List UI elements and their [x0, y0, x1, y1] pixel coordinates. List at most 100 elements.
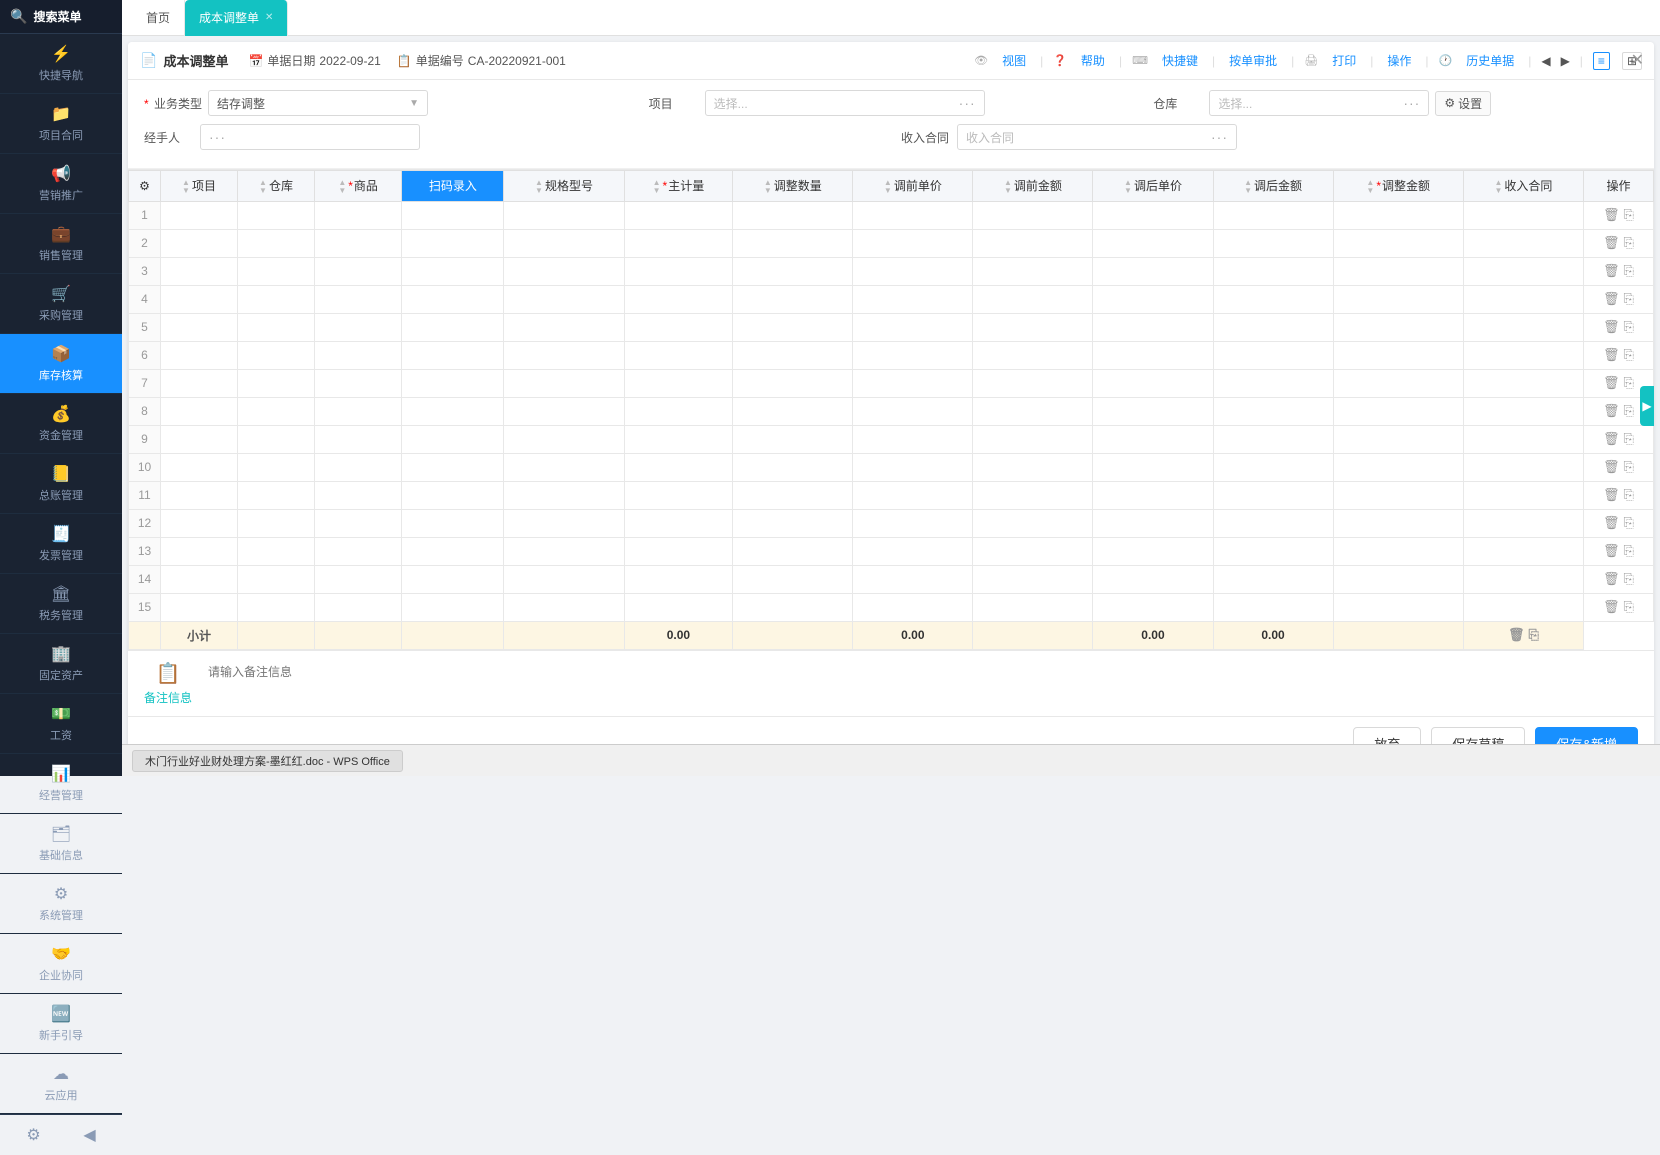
table-cell[interactable]	[973, 201, 1093, 229]
table-cell[interactable]	[1093, 369, 1213, 397]
table-cell[interactable]	[1213, 201, 1333, 229]
table-cell[interactable]	[1213, 397, 1333, 425]
table-cell[interactable]	[161, 257, 238, 285]
table-cell[interactable]	[853, 201, 973, 229]
table-cell[interactable]	[1333, 537, 1463, 565]
table-cell[interactable]	[315, 341, 402, 369]
notes-input[interactable]	[204, 661, 1638, 683]
sidebar-item-payroll[interactable]: 💵 工资	[0, 694, 122, 754]
table-cell[interactable]	[1213, 481, 1333, 509]
table-cell[interactable]	[504, 369, 624, 397]
table-cell[interactable]	[402, 285, 504, 313]
table-cell[interactable]	[161, 201, 238, 229]
table-cell[interactable]	[1463, 341, 1583, 369]
sidebar-item-ops-mgmt[interactable]: 📊 经营管理	[0, 754, 122, 814]
copy-icon[interactable]: ⎘	[1624, 319, 1634, 334]
table-cell[interactable]	[624, 565, 733, 593]
table-cell[interactable]	[1093, 537, 1213, 565]
table-cell[interactable]	[1463, 313, 1583, 341]
delete-icon[interactable]: 🗑	[1603, 207, 1620, 222]
toolbar-help[interactable]: 帮助	[1077, 50, 1109, 71]
table-cell[interactable]	[973, 397, 1093, 425]
settings-icon[interactable]: ⚙	[26, 1125, 40, 1145]
table-cell[interactable]	[853, 257, 973, 285]
delete-icon[interactable]: 🗑	[1603, 235, 1620, 250]
sidebar-search[interactable]: 🔍 搜索菜单	[0, 0, 122, 34]
toolbar-print[interactable]: 打印	[1328, 50, 1360, 71]
table-cell[interactable]	[1463, 201, 1583, 229]
sidebar-item-new-guide[interactable]: 🆕 新手引导	[0, 994, 122, 1054]
table-cell[interactable]	[238, 537, 315, 565]
table-cell[interactable]	[315, 425, 402, 453]
sidebar-item-purchase-mgmt[interactable]: 🛒 采购管理	[0, 274, 122, 334]
table-cell[interactable]	[1213, 257, 1333, 285]
table-cell[interactable]	[238, 509, 315, 537]
table-cell[interactable]	[973, 313, 1093, 341]
table-cell[interactable]	[733, 369, 853, 397]
table-cell[interactable]	[624, 593, 733, 621]
table-cell[interactable]	[1093, 425, 1213, 453]
toolbar-review[interactable]: 按单审批	[1225, 50, 1281, 71]
table-cell[interactable]	[402, 341, 504, 369]
table-cell[interactable]	[624, 313, 733, 341]
table-cell[interactable]	[504, 313, 624, 341]
table-cell[interactable]	[1093, 313, 1213, 341]
table-cell[interactable]	[973, 565, 1093, 593]
table-cell[interactable]	[1213, 285, 1333, 313]
copy-icon[interactable]: ⎘	[1624, 235, 1634, 250]
table-cell[interactable]	[161, 509, 238, 537]
table-cell[interactable]	[1093, 341, 1213, 369]
table-cell[interactable]	[853, 285, 973, 313]
table-cell[interactable]	[161, 565, 238, 593]
table-cell[interactable]	[1463, 481, 1583, 509]
table-cell[interactable]	[733, 565, 853, 593]
table-cell[interactable]	[402, 201, 504, 229]
table-cell[interactable]	[315, 509, 402, 537]
table-cell[interactable]	[504, 397, 624, 425]
tab-cost-adjust[interactable]: 成本调整单 ✕	[185, 0, 288, 36]
table-cell[interactable]	[504, 565, 624, 593]
table-cell[interactable]	[402, 229, 504, 257]
table-cell[interactable]	[1463, 453, 1583, 481]
sidebar-item-tax-mgmt[interactable]: 🏛 税务管理	[0, 574, 122, 634]
delete-icon[interactable]: 🗑	[1603, 403, 1620, 418]
table-cell[interactable]	[238, 397, 315, 425]
delete-icon[interactable]: 🗑	[1603, 263, 1620, 278]
table-cell[interactable]	[733, 509, 853, 537]
table-cell[interactable]	[1463, 425, 1583, 453]
delete-icon[interactable]: 🗑	[1603, 347, 1620, 362]
table-cell[interactable]	[315, 257, 402, 285]
table-cell[interactable]	[402, 425, 504, 453]
table-cell[interactable]	[238, 565, 315, 593]
biz-type-input[interactable]: 结存调整 ▼	[208, 90, 428, 116]
toolbar-action[interactable]: 操作	[1383, 50, 1415, 71]
table-cell[interactable]	[733, 453, 853, 481]
th-settings[interactable]: ⚙	[129, 171, 161, 202]
table-cell[interactable]	[853, 341, 973, 369]
table-cell[interactable]	[161, 453, 238, 481]
table-cell[interactable]	[1093, 257, 1213, 285]
table-cell[interactable]	[1093, 593, 1213, 621]
toolbar-shortcut[interactable]: 快捷键	[1158, 50, 1202, 71]
table-cell[interactable]	[853, 481, 973, 509]
table-cell[interactable]	[161, 593, 238, 621]
table-cell[interactable]	[624, 201, 733, 229]
table-cell[interactable]	[1333, 481, 1463, 509]
table-cell[interactable]	[238, 285, 315, 313]
income-contract-input[interactable]: 收入合同 ···	[957, 124, 1237, 150]
delete-icon[interactable]: 🗑	[1603, 571, 1620, 586]
table-cell[interactable]	[624, 425, 733, 453]
table-cell[interactable]	[315, 537, 402, 565]
table-cell[interactable]	[315, 397, 402, 425]
table-cell[interactable]	[1333, 201, 1463, 229]
delete-icon[interactable]: 🗑	[1603, 375, 1620, 390]
table-cell[interactable]	[624, 285, 733, 313]
delete-icon[interactable]: 🗑	[1603, 459, 1620, 474]
delete-icon[interactable]: 🗑	[1603, 515, 1620, 530]
table-cell[interactable]	[238, 593, 315, 621]
table-cell[interactable]	[315, 453, 402, 481]
view-toggle-icon[interactable]: ≡	[1593, 52, 1610, 70]
subtotal-delete-icon[interactable]: 🗑	[1508, 627, 1525, 642]
table-cell[interactable]	[973, 369, 1093, 397]
table-cell[interactable]	[973, 537, 1093, 565]
